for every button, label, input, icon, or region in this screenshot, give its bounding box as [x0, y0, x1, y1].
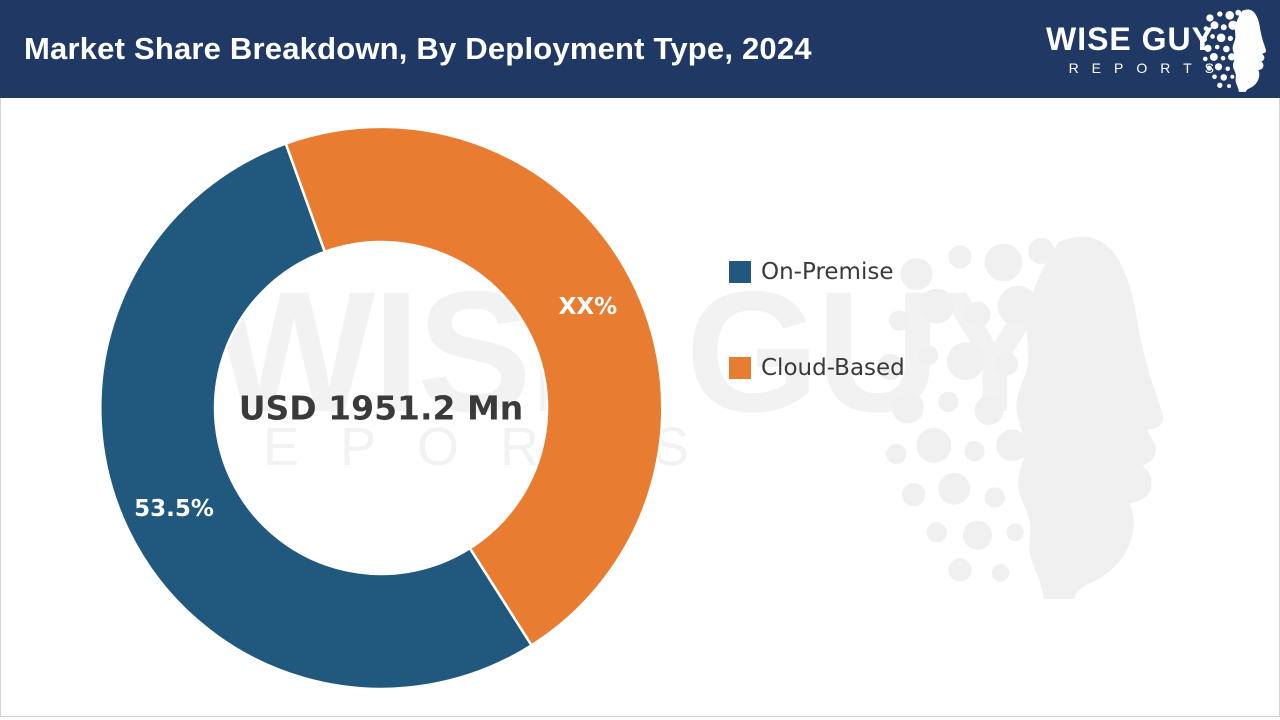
slice-label-cloud-based: XX%	[558, 293, 618, 320]
legend-label-on-premise: On-Premise	[761, 259, 894, 285]
legend-swatch-on-premise	[729, 261, 751, 283]
legend-item-cloud-based: Cloud-Based	[729, 355, 905, 381]
logo-text: WISE GUY REPORTS	[1045, 20, 1214, 76]
legend-swatch-cloud-based	[729, 357, 751, 379]
page: Market Share Breakdown, By Deployment Ty…	[0, 0, 1280, 720]
header-bar: Market Share Breakdown, By Deployment Ty…	[0, 0, 1280, 98]
chart-area: WISE GUY REPORTS USD 1951.2 Mn On-Premis…	[0, 98, 1280, 717]
page-title: Market Share Breakdown, By Deployment Ty…	[24, 31, 812, 66]
wiseguy-logo: WISE GUY REPORTS	[1046, 6, 1266, 92]
legend-label-cloud-based: Cloud-Based	[761, 355, 905, 381]
legend-item-on-premise: On-Premise	[729, 259, 905, 285]
wiseguy-head-watermark	[877, 236, 1163, 599]
logo-name: WISE GUY	[1045, 20, 1214, 57]
center-value-label: USD 1951.2 Mn	[238, 388, 524, 428]
legend: On-Premise Cloud-Based	[729, 259, 905, 381]
wiseguy-head-icon	[1200, 9, 1266, 92]
slice-label-on-premise: 53.5%	[134, 496, 214, 523]
